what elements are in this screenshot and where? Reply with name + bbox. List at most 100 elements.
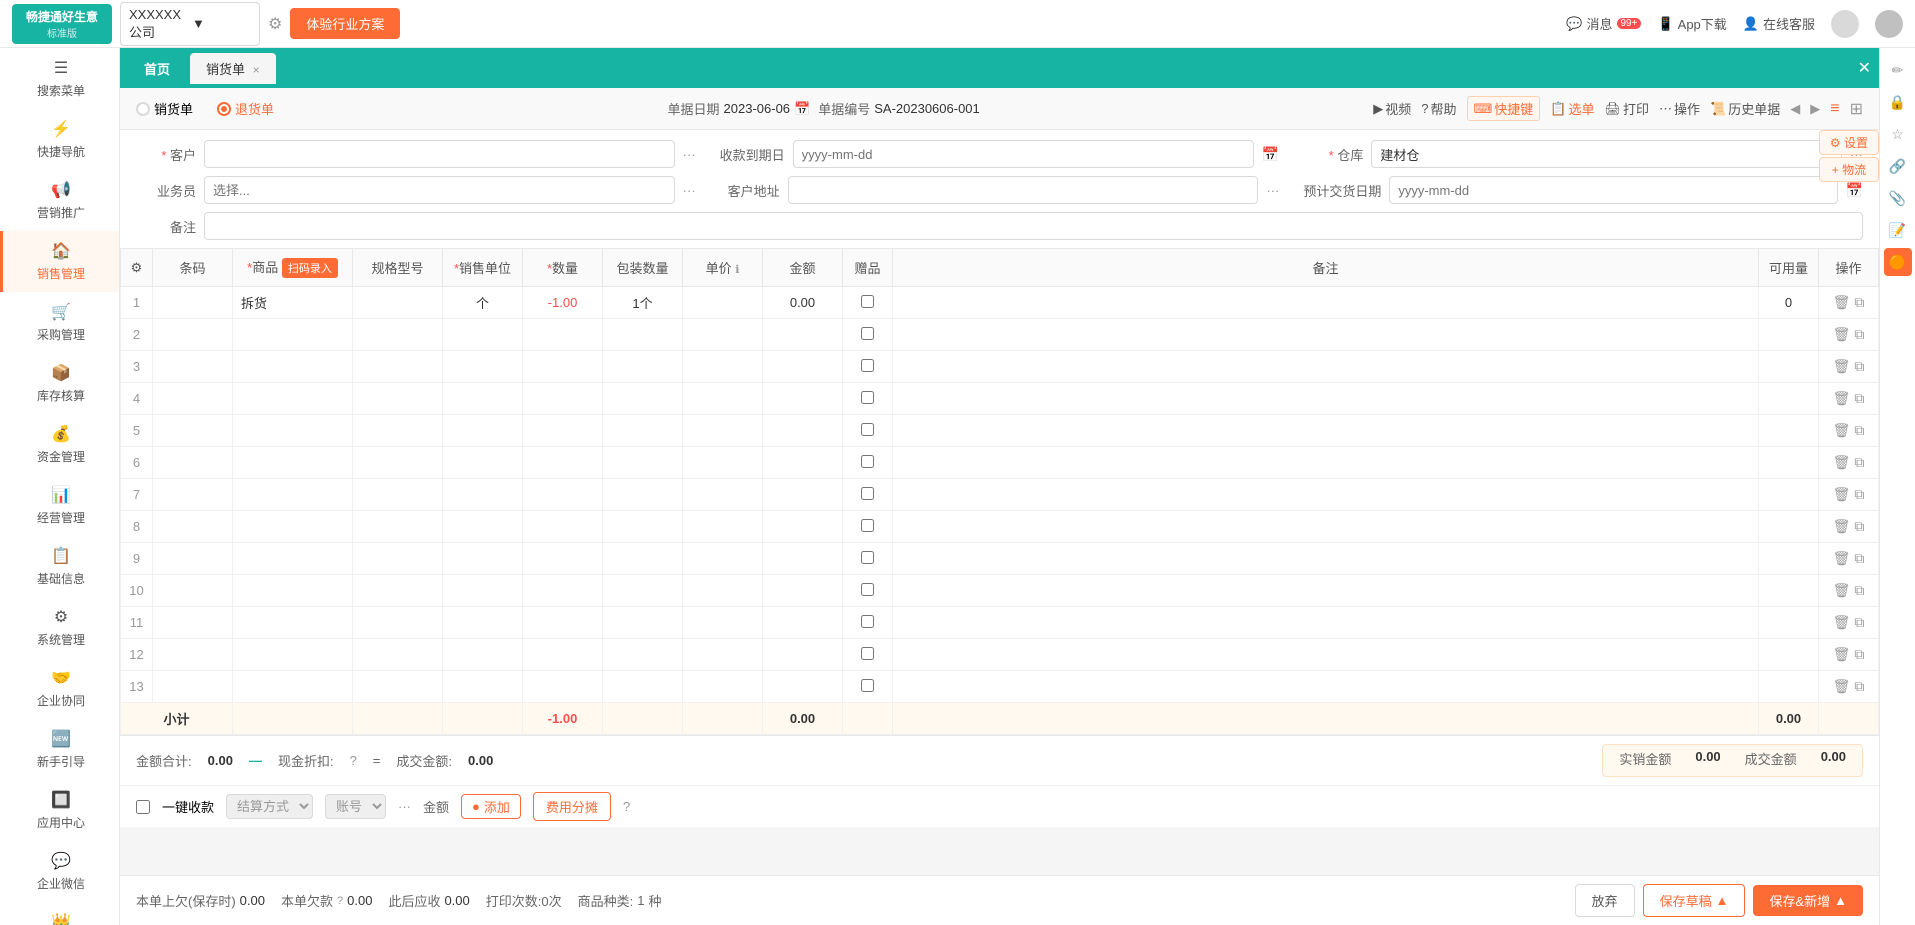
tab-sales-order[interactable]: 销货单 × [190,53,276,84]
expected-date-calendar-icon[interactable]: 📅 [1846,182,1863,199]
online-service-btn[interactable]: 👤 在线客服 [1743,14,1815,33]
delete-icon[interactable]: 🗑 [1833,390,1851,407]
delete-icon[interactable]: 🗑 [1833,358,1851,375]
app-download-btn[interactable]: 📱 App下载 [1657,14,1726,33]
flow-btn[interactable]: + 物流 [1819,157,1879,182]
float-note-btn[interactable]: 📝 [1884,216,1912,244]
remark-input[interactable] [204,212,1863,240]
cell-qty[interactable] [523,511,603,543]
sidebar-item-guide[interactable]: 🆕 新手引导 [0,719,119,780]
fee-help-icon[interactable]: ? [623,799,630,814]
radio-sales-order[interactable]: 销货单 [136,99,193,118]
delete-icon[interactable]: 🗑 [1833,646,1851,663]
cell-qty[interactable] [523,351,603,383]
payment-method-select[interactable]: 结算方式 [226,794,313,819]
delete-icon[interactable]: 🗑 [1833,422,1851,439]
copy-icon[interactable]: ⧉ [1854,614,1864,631]
sidebar-item-marketing[interactable]: 📢 营销推广 [0,170,119,231]
copy-icon[interactable]: ⧉ [1854,454,1864,471]
company-selector[interactable]: XXXXXX公司 ▼ [120,2,260,46]
cell-qty[interactable] [523,479,603,511]
help-btn[interactable]: ? 帮助 [1421,99,1456,118]
cell-product[interactable] [233,319,353,351]
sidebar-item-system[interactable]: ⚙ 系统管理 [0,597,119,658]
save-draft-btn[interactable]: 保存草稿 ▲ [1643,884,1746,917]
copy-icon[interactable]: ⧉ [1854,486,1864,503]
payment-due-calendar-icon[interactable]: 📅 [1262,146,1279,163]
message-btn[interactable]: 💬 消息 99+ [1566,14,1641,33]
cell-gift[interactable] [843,479,893,511]
cell-product[interactable] [233,447,353,479]
cell-gift[interactable] [843,607,893,639]
sidebar-item-member[interactable]: 👑 畅会员 [0,902,119,925]
scan-btn[interactable]: 扫码录入 [282,258,338,278]
delete-icon[interactable]: 🗑 [1833,294,1851,311]
cell-qty[interactable] [523,607,603,639]
copy-icon[interactable]: ⧉ [1854,422,1864,439]
cell-product[interactable] [233,383,353,415]
cell-qty[interactable]: -1.00 [523,287,603,319]
cell-gift[interactable] [843,671,893,703]
cell-qty[interactable] [523,575,603,607]
delete-icon[interactable]: 🗑 [1833,678,1851,695]
sidebar-item-operations[interactable]: 📊 经营管理 [0,475,119,536]
delete-icon[interactable]: 🗑 [1833,550,1851,567]
copy-icon[interactable]: ⧉ [1854,390,1864,407]
sidebar-item-sales[interactable]: 🏠 销售管理 [0,231,119,292]
delete-icon[interactable]: 🗑 [1833,486,1851,503]
cell-qty[interactable] [523,671,603,703]
history-btn[interactable]: 📜 历史单据 [1710,99,1780,118]
sidebar-item-search[interactable]: ☰ 搜索菜单 [0,48,119,109]
select-btn[interactable]: 📋 选单 [1550,99,1594,118]
sidebar-item-quick-nav[interactable]: ⚡ 快捷导航 [0,109,119,170]
doc-date-calendar-icon[interactable]: 📅 [794,101,810,117]
copy-icon[interactable]: ⧉ [1854,582,1864,599]
avatar-extra[interactable] [1875,10,1903,38]
shortcut-btn[interactable]: ⌨ 快捷键 [1467,96,1541,121]
cell-gift[interactable] [843,575,893,607]
float-edit-btn[interactable]: ✏ [1884,56,1912,84]
cell-product[interactable] [233,575,353,607]
cell-qty[interactable] [523,415,603,447]
cell-product[interactable] [233,671,353,703]
cell-gift[interactable] [843,351,893,383]
delete-icon[interactable]: 🗑 [1833,454,1851,471]
customer-input[interactable] [204,140,675,168]
delete-icon[interactable]: 🗑 [1833,582,1851,599]
payment-due-input[interactable] [793,140,1254,168]
col-setting-icon[interactable]: ⚙ [131,260,143,275]
abandon-btn[interactable]: 放弃 [1575,884,1635,917]
tab-home[interactable]: 首页 [128,53,186,84]
cell-gift[interactable] [843,447,893,479]
sidebar-item-wechat[interactable]: 💬 企业微信 [0,841,119,902]
cell-qty[interactable] [523,639,603,671]
nav-prev-icon[interactable]: ◀ [1790,101,1800,117]
sidebar-item-purchase[interactable]: 🛒 采购管理 [0,292,119,353]
cell-product[interactable] [233,351,353,383]
avatar[interactable] [1831,10,1859,38]
copy-icon[interactable]: ⧉ [1854,550,1864,567]
one-click-payment-checkbox[interactable] [136,800,150,814]
video-btn[interactable]: ▶ 视频 [1373,99,1411,118]
salesperson-input[interactable] [204,176,675,204]
expected-date-input[interactable] [1389,176,1837,204]
cell-gift[interactable] [843,415,893,447]
float-star-btn[interactable]: ☆ [1884,120,1912,148]
cell-qty[interactable] [523,319,603,351]
total-owe-info-icon[interactable]: ? [337,895,343,907]
sidebar-item-base[interactable]: 📋 基础信息 [0,536,119,597]
customer-dots-icon[interactable]: ··· [683,147,696,162]
copy-icon[interactable]: ⧉ [1854,646,1864,663]
cell-gift[interactable] [843,511,893,543]
radio-return-order[interactable]: 退货单 [217,99,274,118]
cell-product[interactable] [233,543,353,575]
save-new-btn[interactable]: 保存&新增 ▲ [1753,885,1863,916]
float-lock-btn[interactable]: 🔒 [1884,88,1912,116]
copy-icon[interactable]: ⧉ [1854,358,1864,375]
sidebar-item-finance[interactable]: 💰 资金管理 [0,414,119,475]
cell-gift[interactable] [843,383,893,415]
warehouse-input[interactable] [1371,140,1842,168]
float-attachment-btn[interactable]: 📎 [1884,184,1912,212]
print-btn[interactable]: 🖨 打印 [1605,99,1650,118]
tab-bar-close-icon[interactable]: ✕ [1858,58,1871,78]
